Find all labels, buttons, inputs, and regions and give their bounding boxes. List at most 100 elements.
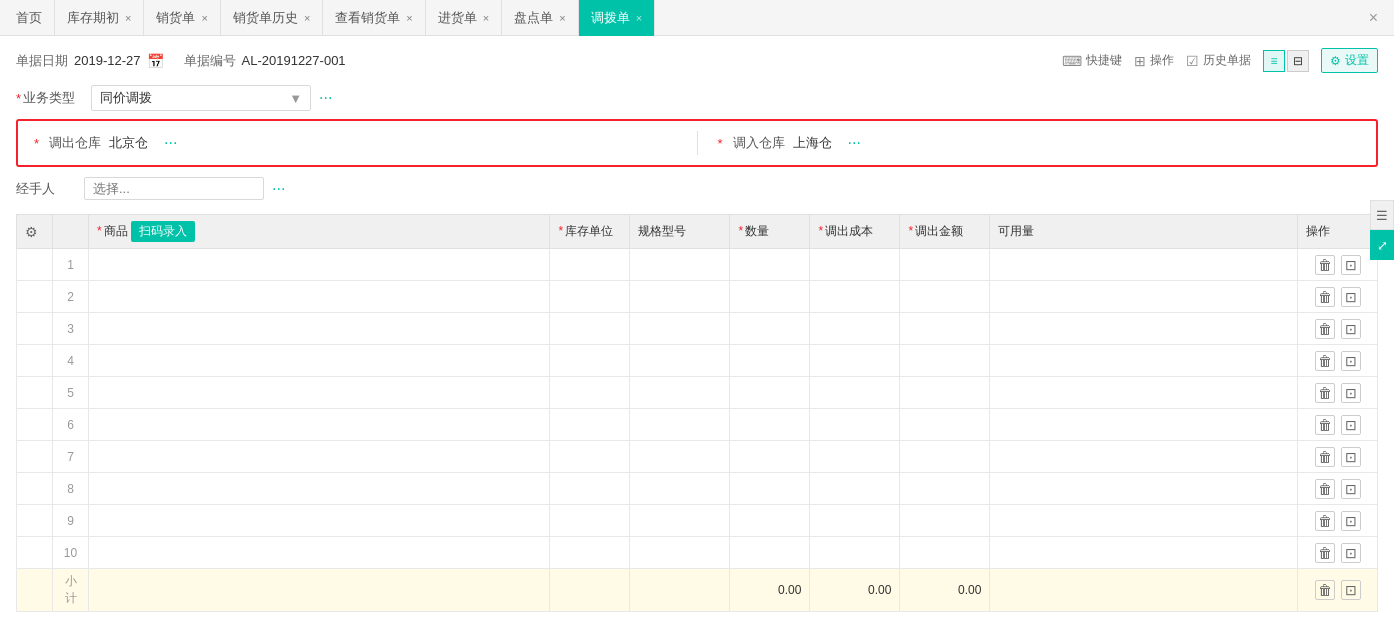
subtotal-delete-icon[interactable]: 🗑 xyxy=(1315,580,1335,600)
sidebar-notes-icon[interactable]: ☰ xyxy=(1370,200,1394,230)
row-6-unit-cell[interactable] xyxy=(550,409,630,441)
row-1-cost-cell[interactable] xyxy=(810,249,900,281)
row-3-qty-cell[interactable] xyxy=(730,313,810,345)
sidebar-expand-icon[interactable]: ⤢ xyxy=(1370,230,1394,260)
row-5-unit-cell[interactable] xyxy=(550,377,630,409)
from-warehouse-dots-button[interactable]: ··· xyxy=(164,134,177,152)
business-type-dots-button[interactable]: ··· xyxy=(319,89,332,107)
row-3-cost-cell[interactable] xyxy=(810,313,900,345)
row-9-cost-cell[interactable] xyxy=(810,505,900,537)
row-4-goods-cell[interactable] xyxy=(89,345,550,377)
tab-purchase-order[interactable]: 进货单× xyxy=(426,0,502,36)
row-5-goods-cell[interactable] xyxy=(89,377,550,409)
row-4-qty-cell[interactable] xyxy=(730,345,810,377)
row-4-amount-cell[interactable] xyxy=(900,345,990,377)
row-1-amount-cell[interactable] xyxy=(900,249,990,281)
tab-inventory-init[interactable]: 库存期初× xyxy=(55,0,144,36)
row-10-spec-cell[interactable] xyxy=(630,537,730,569)
tab-close-check-sales[interactable]: × xyxy=(406,12,412,24)
row-10-goods-cell[interactable] xyxy=(89,537,550,569)
row-8-unit-cell[interactable] xyxy=(550,473,630,505)
row-2-goods-cell[interactable] xyxy=(89,281,550,313)
calendar-icon[interactable]: 📅 xyxy=(147,53,164,69)
history-button[interactable]: ☑ 历史单据 xyxy=(1186,52,1251,69)
row-3-copy-icon[interactable]: ⊡ xyxy=(1341,319,1361,339)
row-2-cost-cell[interactable] xyxy=(810,281,900,313)
row-8-amount-cell[interactable] xyxy=(900,473,990,505)
row-6-amount-cell[interactable] xyxy=(900,409,990,441)
row-1-goods-cell[interactable] xyxy=(89,249,550,281)
tab-close-inventory-init[interactable]: × xyxy=(125,12,131,24)
tab-transfer[interactable]: 调拨单× xyxy=(579,0,655,36)
row-9-qty-cell[interactable] xyxy=(730,505,810,537)
tab-sales-order[interactable]: 销货单× xyxy=(144,0,220,36)
layout-list-button[interactable]: ≡ xyxy=(1263,50,1285,72)
row-10-delete-icon[interactable]: 🗑 xyxy=(1315,543,1335,563)
row-9-amount-cell[interactable] xyxy=(900,505,990,537)
row-8-cost-cell[interactable] xyxy=(810,473,900,505)
row-7-qty-cell[interactable] xyxy=(730,441,810,473)
row-4-spec-cell[interactable] xyxy=(630,345,730,377)
row-2-spec-cell[interactable] xyxy=(630,281,730,313)
row-10-cost-cell[interactable] xyxy=(810,537,900,569)
row-5-copy-icon[interactable]: ⊡ xyxy=(1341,383,1361,403)
row-6-goods-cell[interactable] xyxy=(89,409,550,441)
operations-button[interactable]: ⊞ 操作 xyxy=(1134,52,1174,69)
person-dots-button[interactable]: ··· xyxy=(272,180,285,198)
row-7-copy-icon[interactable]: ⊡ xyxy=(1341,447,1361,467)
row-9-delete-icon[interactable]: 🗑 xyxy=(1315,511,1335,531)
row-2-delete-icon[interactable]: 🗑 xyxy=(1315,287,1335,307)
row-6-qty-cell[interactable] xyxy=(730,409,810,441)
row-8-qty-cell[interactable] xyxy=(730,473,810,505)
row-4-delete-icon[interactable]: 🗑 xyxy=(1315,351,1335,371)
row-9-unit-cell[interactable] xyxy=(550,505,630,537)
tab-stocktake[interactable]: 盘点单× xyxy=(502,0,578,36)
row-6-delete-icon[interactable]: 🗑 xyxy=(1315,415,1335,435)
row-2-copy-icon[interactable]: ⊡ xyxy=(1341,287,1361,307)
row-5-amount-cell[interactable] xyxy=(900,377,990,409)
column-gear-icon[interactable]: ⚙ xyxy=(25,224,38,240)
row-3-unit-cell[interactable] xyxy=(550,313,630,345)
tab-home[interactable]: 首页 xyxy=(4,0,55,36)
row-6-cost-cell[interactable] xyxy=(810,409,900,441)
tab-close-stocktake[interactable]: × xyxy=(559,12,565,24)
row-7-spec-cell[interactable] xyxy=(630,441,730,473)
row-6-copy-icon[interactable]: ⊡ xyxy=(1341,415,1361,435)
row-8-goods-cell[interactable] xyxy=(89,473,550,505)
tab-close-sales-history[interactable]: × xyxy=(304,12,310,24)
row-3-delete-icon[interactable]: 🗑 xyxy=(1315,319,1335,339)
row-1-qty-cell[interactable] xyxy=(730,249,810,281)
person-input[interactable] xyxy=(84,177,264,200)
layout-grid-button[interactable]: ⊟ xyxy=(1287,50,1309,72)
row-8-delete-icon[interactable]: 🗑 xyxy=(1315,479,1335,499)
row-4-unit-cell[interactable] xyxy=(550,345,630,377)
row-5-qty-cell[interactable] xyxy=(730,377,810,409)
row-8-spec-cell[interactable] xyxy=(630,473,730,505)
to-warehouse-dots-button[interactable]: ··· xyxy=(848,134,861,152)
settings-button[interactable]: ⚙ 设置 xyxy=(1321,48,1378,73)
row-9-spec-cell[interactable] xyxy=(630,505,730,537)
row-2-qty-cell[interactable] xyxy=(730,281,810,313)
tab-close-transfer[interactable]: × xyxy=(636,12,642,24)
window-close-button[interactable]: × xyxy=(1357,9,1390,27)
row-8-copy-icon[interactable]: ⊡ xyxy=(1341,479,1361,499)
row-7-cost-cell[interactable] xyxy=(810,441,900,473)
row-5-delete-icon[interactable]: 🗑 xyxy=(1315,383,1335,403)
row-3-goods-cell[interactable] xyxy=(89,313,550,345)
tab-close-purchase-order[interactable]: × xyxy=(483,12,489,24)
row-1-copy-icon[interactable]: ⊡ xyxy=(1341,255,1361,275)
tab-close-sales-order[interactable]: × xyxy=(201,12,207,24)
row-1-delete-icon[interactable]: 🗑 xyxy=(1315,255,1335,275)
tab-sales-history[interactable]: 销货单历史× xyxy=(221,0,323,36)
row-3-amount-cell[interactable] xyxy=(900,313,990,345)
row-2-amount-cell[interactable] xyxy=(900,281,990,313)
row-4-cost-cell[interactable] xyxy=(810,345,900,377)
row-4-copy-icon[interactable]: ⊡ xyxy=(1341,351,1361,371)
row-7-delete-icon[interactable]: 🗑 xyxy=(1315,447,1335,467)
row-7-goods-cell[interactable] xyxy=(89,441,550,473)
business-type-select[interactable]: 同价调拨 ▼ xyxy=(91,85,311,111)
row-10-qty-cell[interactable] xyxy=(730,537,810,569)
row-6-spec-cell[interactable] xyxy=(630,409,730,441)
row-10-copy-icon[interactable]: ⊡ xyxy=(1341,543,1361,563)
row-1-spec-cell[interactable] xyxy=(630,249,730,281)
